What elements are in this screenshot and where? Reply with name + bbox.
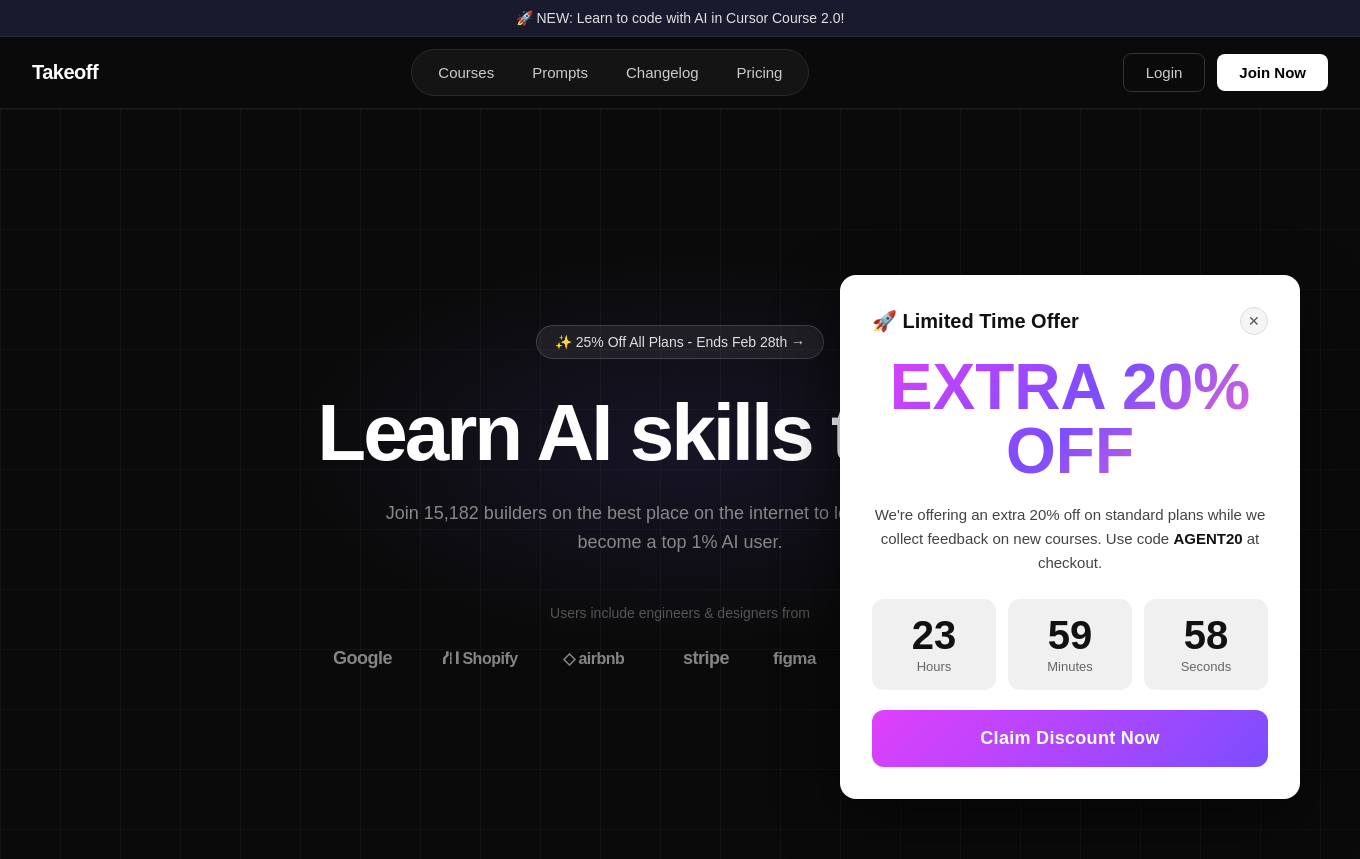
countdown-seconds: 58 Seconds bbox=[1144, 599, 1268, 690]
navbar: Takeoff Courses Prompts Changelog Pricin… bbox=[0, 37, 1360, 109]
countdown-minutes: 59 Minutes bbox=[1008, 599, 1132, 690]
svg-text:figma: figma bbox=[773, 649, 817, 668]
banner-text: 🚀 NEW: Learn to code with AI in Cursor C… bbox=[516, 10, 845, 26]
company-shopify: ⛙ Shopify bbox=[443, 645, 523, 673]
company-figma: figma bbox=[773, 645, 828, 673]
popup-title: 🚀 Limited Time Offer bbox=[872, 309, 1079, 333]
top-banner[interactable]: 🚀 NEW: Learn to code with AI in Cursor C… bbox=[0, 0, 1360, 37]
popup-emoji: 🚀 bbox=[872, 310, 903, 332]
svg-text:stripe: stripe bbox=[683, 648, 730, 668]
popup-title-text: Limited Time Offer bbox=[903, 310, 1079, 332]
nav-links: Courses Prompts Changelog Pricing bbox=[411, 49, 809, 96]
nav-item-prompts[interactable]: Prompts bbox=[514, 56, 606, 89]
seconds-value: 58 bbox=[1156, 615, 1256, 655]
minutes-label: Minutes bbox=[1020, 659, 1120, 674]
nav-actions: Login Join Now bbox=[1123, 53, 1328, 92]
popup-discount-text: EXTRA 20% OFF bbox=[872, 355, 1268, 483]
nav-item-pricing[interactable]: Pricing bbox=[719, 56, 801, 89]
nav-logo[interactable]: Takeoff bbox=[32, 61, 98, 84]
svg-text:Google: Google bbox=[333, 648, 392, 668]
hours-value: 23 bbox=[884, 615, 984, 655]
join-now-button[interactable]: Join Now bbox=[1217, 54, 1328, 91]
svg-text:◇ airbnb: ◇ airbnb bbox=[563, 650, 625, 667]
svg-text:⛙ Shopify: ⛙ Shopify bbox=[443, 650, 518, 667]
countdown-row: 23 Hours 59 Minutes 58 Seconds bbox=[872, 599, 1268, 690]
popup-close-button[interactable]: ✕ bbox=[1240, 307, 1268, 335]
countdown-hours: 23 Hours bbox=[872, 599, 996, 690]
company-google: Google bbox=[333, 645, 403, 673]
nav-item-courses[interactable]: Courses bbox=[420, 56, 512, 89]
hours-label: Hours bbox=[884, 659, 984, 674]
popup-header: 🚀 Limited Time Offer ✕ bbox=[872, 307, 1268, 335]
nav-item-changelog[interactable]: Changelog bbox=[608, 56, 717, 89]
popup-promo-code: AGENT20 bbox=[1173, 530, 1242, 547]
popup-description: We're offering an extra 20% off on stand… bbox=[872, 503, 1268, 575]
claim-discount-button[interactable]: Claim Discount Now bbox=[872, 710, 1268, 767]
seconds-label: Seconds bbox=[1156, 659, 1256, 674]
popup-modal: 🚀 Limited Time Offer ✕ EXTRA 20% OFF We'… bbox=[840, 275, 1300, 799]
login-button[interactable]: Login bbox=[1123, 53, 1206, 92]
companies-label: Users include engineers & designers from bbox=[550, 605, 810, 621]
company-stripe: stripe bbox=[683, 645, 733, 673]
discount-badge[interactable]: ✨ 25% Off All Plans - Ends Feb 28th → bbox=[536, 325, 824, 359]
company-airbnb: ◇ airbnb bbox=[563, 645, 643, 673]
minutes-value: 59 bbox=[1020, 615, 1120, 655]
